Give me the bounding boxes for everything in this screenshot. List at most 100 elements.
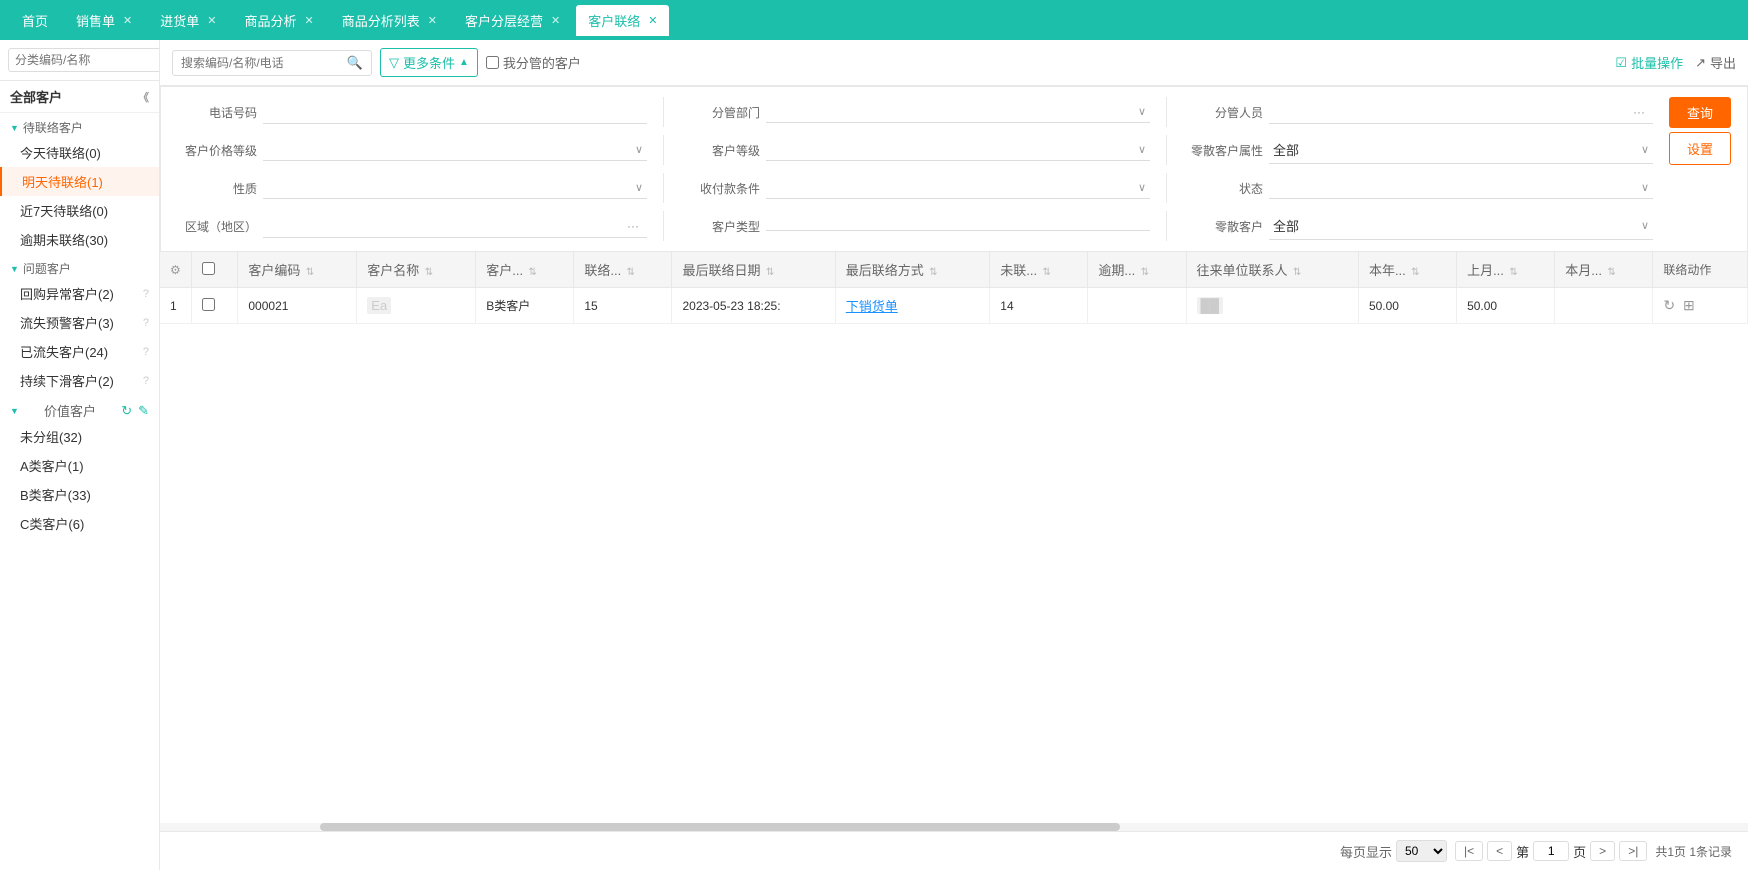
status-label: 状态 [1183,180,1263,197]
col-contact-count: 联络... ⇅ [574,252,672,288]
row-checkbox[interactable] [202,298,215,311]
prev-page-btn[interactable]: < [1487,841,1512,861]
nav-close-sales[interactable]: ✕ [123,14,132,27]
col-settings[interactable]: ⚙ [160,252,191,288]
export-icon: ↗ [1695,55,1706,71]
nav-product-analysis[interactable]: 商品分析 ✕ [232,5,325,36]
refresh-value-icon[interactable]: ↻ [121,403,132,419]
sort-thismonth-icon[interactable]: ⇅ [1607,267,1615,278]
sidebar: 🔍 全部客户 《 待联络客户 今天待联络(0) 明天待联络(1) 近7天待联络(… [0,40,160,870]
sidebar-all-customers[interactable]: 全部客户 《 [0,81,159,113]
retail-customer-select[interactable]: 全部 ∨ [1269,212,1653,240]
query-button[interactable]: 查询 [1669,97,1731,128]
customer-type-select[interactable] [766,222,1150,231]
collapse-icon: 《 [138,89,149,105]
sidebar-group-problem[interactable]: 问题客户 [0,254,159,279]
sidebar-item-tomorrow[interactable]: 明天待联络(1) [0,167,159,196]
filter-status: 状态 ∨ [1183,177,1653,199]
filter-more-btn[interactable]: ▽ 更多条件 ▲ [380,48,478,77]
sort-method-icon[interactable]: ⇅ [929,267,937,278]
sidebar-item-repurchase-abnormal[interactable]: 回购异常客户(2) ? [0,279,159,308]
filter-row-1: 电话号码 分管部门 ∨ 分管人员 [177,97,1653,127]
chevron-down-icon: ∨ [1641,181,1649,194]
customer-tier-label: 客户等级 [680,142,760,159]
sort-person-icon[interactable]: ⇅ [1293,267,1301,278]
nav-product-analysis-list[interactable]: 商品分析列表 ✕ [330,5,449,36]
sidebar-item-churned[interactable]: 已流失客户(24) ? [0,337,159,366]
next-page-btn[interactable]: > [1590,841,1615,861]
scrollbar-thumb[interactable] [320,823,1120,831]
sidebar-item-7days[interactable]: 近7天待联络(0) [0,196,159,225]
sidebar-search-input[interactable] [8,48,160,72]
export-btn[interactable]: ↗ 导出 [1695,53,1736,72]
nav-close-customer-tier[interactable]: ✕ [551,14,560,27]
my-customers-check[interactable] [486,56,499,69]
nature-select[interactable]: ∨ [263,177,647,199]
customer-name-blurred: Ea [367,297,391,314]
sort-type-icon[interactable]: ⇅ [528,267,536,278]
chevron-down-icon: ∨ [1138,181,1146,194]
dept-select[interactable]: ∨ [766,101,1150,123]
nav-customer-contact[interactable]: 客户联络 ✕ [576,5,669,36]
page-input[interactable] [1533,841,1569,861]
settings-button[interactable]: 设置 [1669,132,1731,165]
edit-value-icon[interactable]: ✎ [138,403,149,419]
horizontal-scrollbar[interactable] [160,823,1748,831]
ellipsis-icon[interactable]: ··· [1629,105,1649,119]
grid-action-icon[interactable]: ⊞ [1683,297,1695,314]
per-page-select[interactable]: 50 100 200 [1396,840,1447,862]
last-method-link[interactable]: 下销货单 [846,299,898,314]
search-icon[interactable]: 🔍 [347,55,363,71]
nav-sales[interactable]: 销售单 ✕ [64,5,144,36]
nav-customer-tier[interactable]: 客户分层经营 ✕ [453,5,572,36]
sort-name-icon[interactable]: ⇅ [425,267,433,278]
sidebar-group-value[interactable]: 价值客户 ↻ ✎ [0,395,159,422]
sidebar-item-overdue[interactable]: 逾期未联络(30) [0,225,159,254]
sort-nocontact-icon[interactable]: ⇅ [1042,267,1050,278]
price-tier-select[interactable]: ∨ [263,139,647,161]
top-nav: 首页 销售单 ✕ 进货单 ✕ 商品分析 ✕ 商品分析列表 ✕ 客户分层经营 ✕ … [0,0,1748,40]
search-input[interactable] [181,56,343,70]
status-select[interactable]: ∨ [1269,177,1653,199]
col-name: 客户名称 ⇅ [357,252,476,288]
sidebar-item-today[interactable]: 今天待联络(0) [0,138,159,167]
sidebar-group-pending[interactable]: 待联络客户 [0,113,159,138]
nav-home[interactable]: 首页 [10,5,60,36]
nav-close-purchase[interactable]: ✕ [207,14,216,27]
select-all-checkbox[interactable] [202,262,215,275]
sidebar-item-churn-warning[interactable]: 流失预警客户(3) ? [0,308,159,337]
first-page-btn[interactable]: |< [1455,841,1483,861]
filter-payment: 收付款条件 ∨ [680,177,1150,199]
dept-label: 分管部门 [680,104,760,121]
retail-attr-select[interactable]: 全部 ∨ [1269,136,1653,164]
sort-thisyear-icon[interactable]: ⇅ [1411,267,1419,278]
person-select[interactable]: ··· [1269,101,1653,124]
sidebar-item-declining[interactable]: 持续下滑客户(2) ? [0,366,159,395]
nav-close-customer-contact[interactable]: ✕ [648,14,657,27]
sort-overdue-icon[interactable]: ⇅ [1141,267,1149,278]
sort-lastmonth-icon[interactable]: ⇅ [1509,267,1517,278]
cell-last-method: 下销货单 [835,288,990,324]
sort-contact-icon[interactable]: ⇅ [627,267,635,278]
sidebar-item-class-c[interactable]: C类客户(6) [0,509,159,538]
phone-input[interactable] [263,101,647,124]
sidebar-item-class-a[interactable]: A类客户(1) [0,451,159,480]
sort-code-icon[interactable]: ⇅ [306,267,314,278]
region-select[interactable]: ··· [263,215,647,238]
nav-purchase[interactable]: 进货单 ✕ [148,5,228,36]
customer-tier-select[interactable]: ∨ [766,139,1150,161]
ellipsis-icon[interactable]: ··· [623,219,643,233]
chevron-up-icon: ▲ [459,57,469,68]
sidebar-item-ungrouped[interactable]: 未分组(32) [0,422,159,451]
sort-date-icon[interactable]: ⇅ [766,267,774,278]
col-code: 客户编码 ⇅ [238,252,357,288]
page-label: 第 [1516,842,1529,861]
last-page-btn[interactable]: >| [1619,841,1647,861]
refresh-action-icon[interactable]: ↻ [1663,297,1675,314]
batch-op-btn[interactable]: ☑ 批量操作 [1615,53,1683,72]
sidebar-item-class-b[interactable]: B类客户(33) [0,480,159,509]
payment-select[interactable]: ∨ [766,177,1150,199]
col-this-year: 本年... ⇅ [1358,252,1456,288]
nav-close-product-analysis[interactable]: ✕ [305,14,314,27]
nav-close-product-analysis-list[interactable]: ✕ [428,14,437,27]
